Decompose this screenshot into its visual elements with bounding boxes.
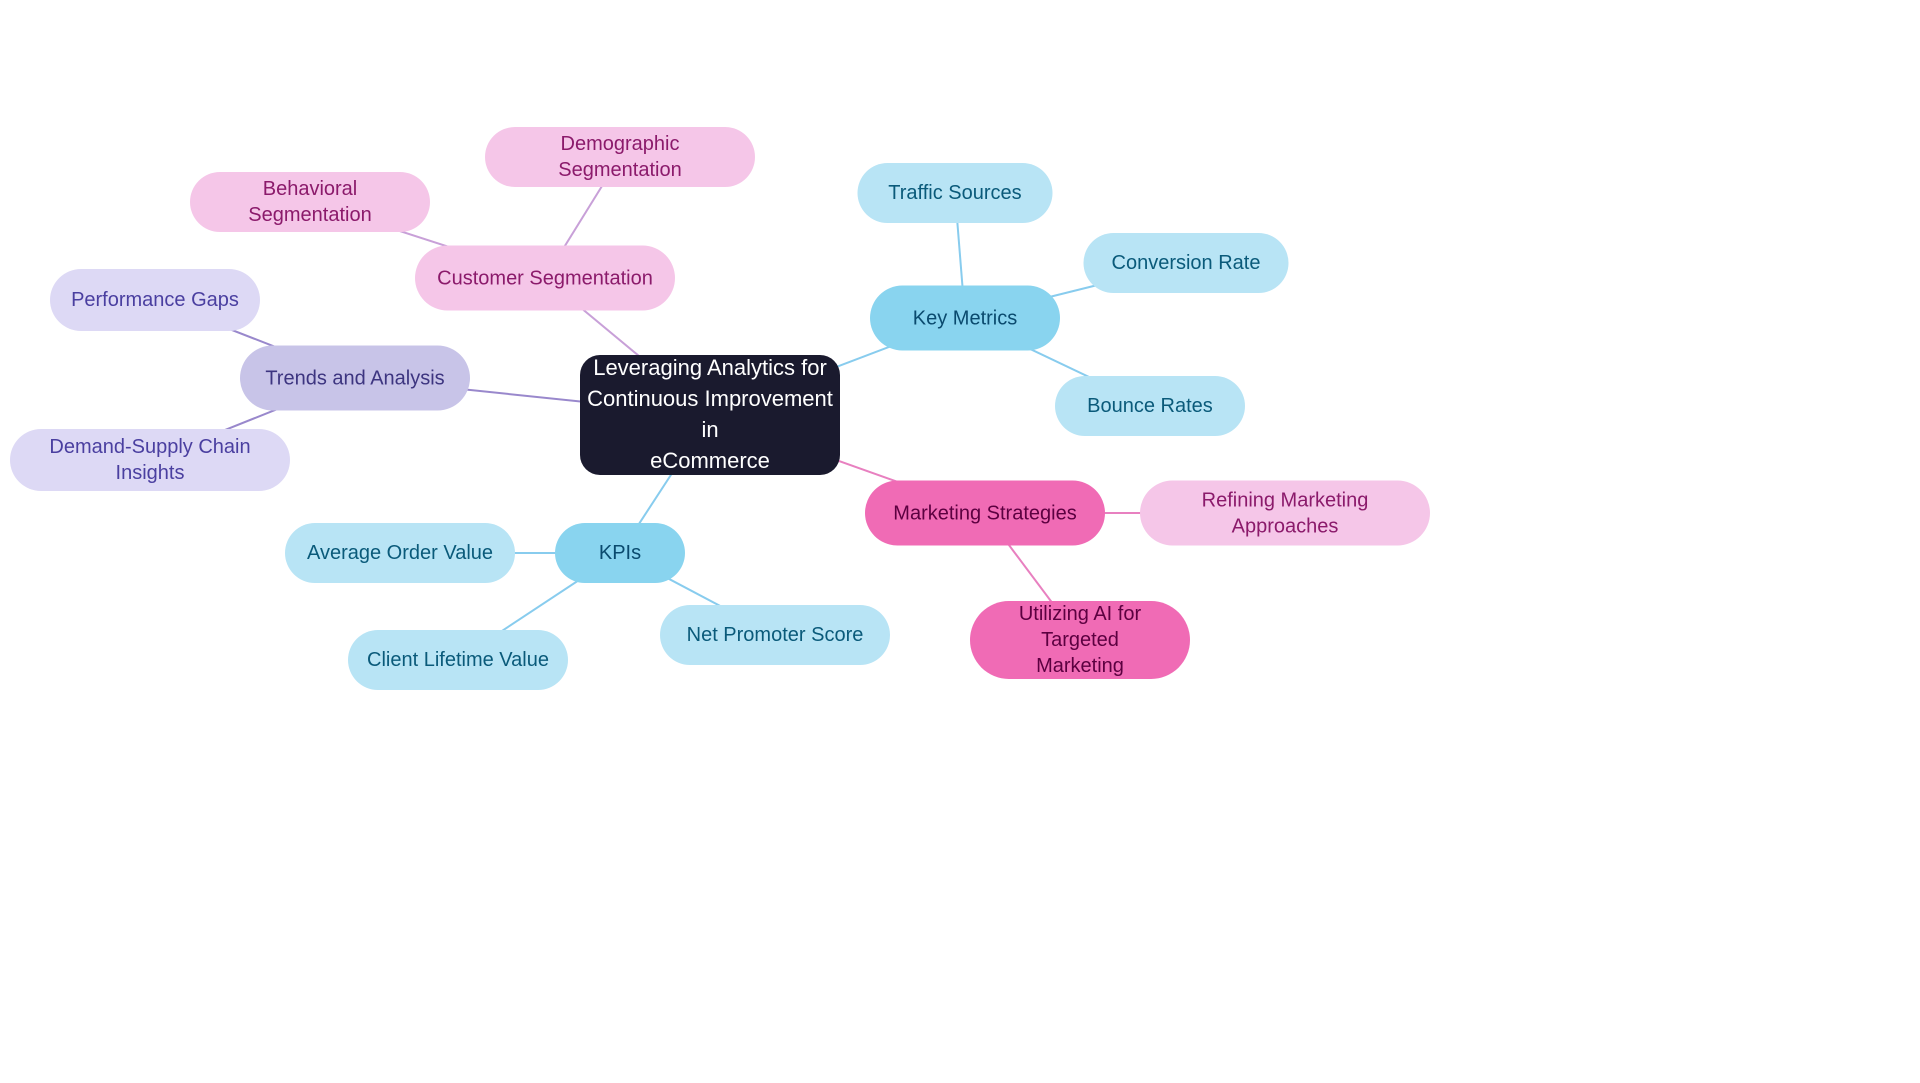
label-conversion-rate: Conversion Rate — [1112, 250, 1261, 276]
node-behavioral-seg[interactable]: Behavioral Segmentation — [190, 172, 430, 232]
center-label: Leveraging Analytics forContinuous Impro… — [580, 353, 840, 476]
node-perf-gaps[interactable]: Performance Gaps — [50, 269, 260, 331]
label-trends: Trends and Analysis — [265, 365, 444, 391]
label-key-metrics: Key Metrics — [913, 305, 1017, 331]
label-traffic-sources: Traffic Sources — [888, 180, 1021, 206]
node-net-promoter[interactable]: Net Promoter Score — [660, 605, 890, 665]
node-bounce-rates[interactable]: Bounce Rates — [1055, 376, 1245, 436]
node-client-lifetime[interactable]: Client Lifetime Value — [348, 630, 568, 690]
node-conversion-rate[interactable]: Conversion Rate — [1084, 233, 1289, 293]
node-refining-marketing[interactable]: Refining Marketing Approaches — [1140, 481, 1430, 546]
node-traffic-sources[interactable]: Traffic Sources — [858, 163, 1053, 223]
node-demographic-seg[interactable]: Demographic Segmentation — [485, 127, 755, 187]
node-ai-marketing[interactable]: Utilizing AI for TargetedMarketing — [970, 601, 1190, 679]
label-demographic-seg: Demographic Segmentation — [501, 131, 739, 183]
label-ai-marketing: Utilizing AI for TargetedMarketing — [986, 601, 1174, 679]
node-customer-seg[interactable]: Customer Segmentation — [415, 246, 675, 311]
label-customer-seg: Customer Segmentation — [437, 265, 653, 291]
node-avg-order[interactable]: Average Order Value — [285, 523, 515, 583]
label-net-promoter: Net Promoter Score — [687, 622, 864, 648]
node-marketing-strat[interactable]: Marketing Strategies — [865, 481, 1105, 546]
node-key-metrics[interactable]: Key Metrics — [870, 286, 1060, 351]
label-bounce-rates: Bounce Rates — [1087, 393, 1213, 419]
label-perf-gaps: Performance Gaps — [71, 287, 239, 313]
label-refining-marketing: Refining Marketing Approaches — [1156, 487, 1414, 539]
label-behavioral-seg: Behavioral Segmentation — [206, 176, 414, 228]
label-marketing-strat: Marketing Strategies — [893, 500, 1076, 526]
label-avg-order: Average Order Value — [307, 540, 493, 566]
node-kpis[interactable]: KPIs — [555, 523, 685, 583]
node-demand-supply[interactable]: Demand-Supply Chain Insights — [10, 429, 290, 491]
label-client-lifetime: Client Lifetime Value — [367, 647, 549, 673]
node-trends[interactable]: Trends and Analysis — [240, 346, 470, 411]
label-demand-supply: Demand-Supply Chain Insights — [26, 434, 274, 486]
label-kpis: KPIs — [599, 540, 641, 566]
center-node[interactable]: Leveraging Analytics forContinuous Impro… — [580, 355, 840, 475]
